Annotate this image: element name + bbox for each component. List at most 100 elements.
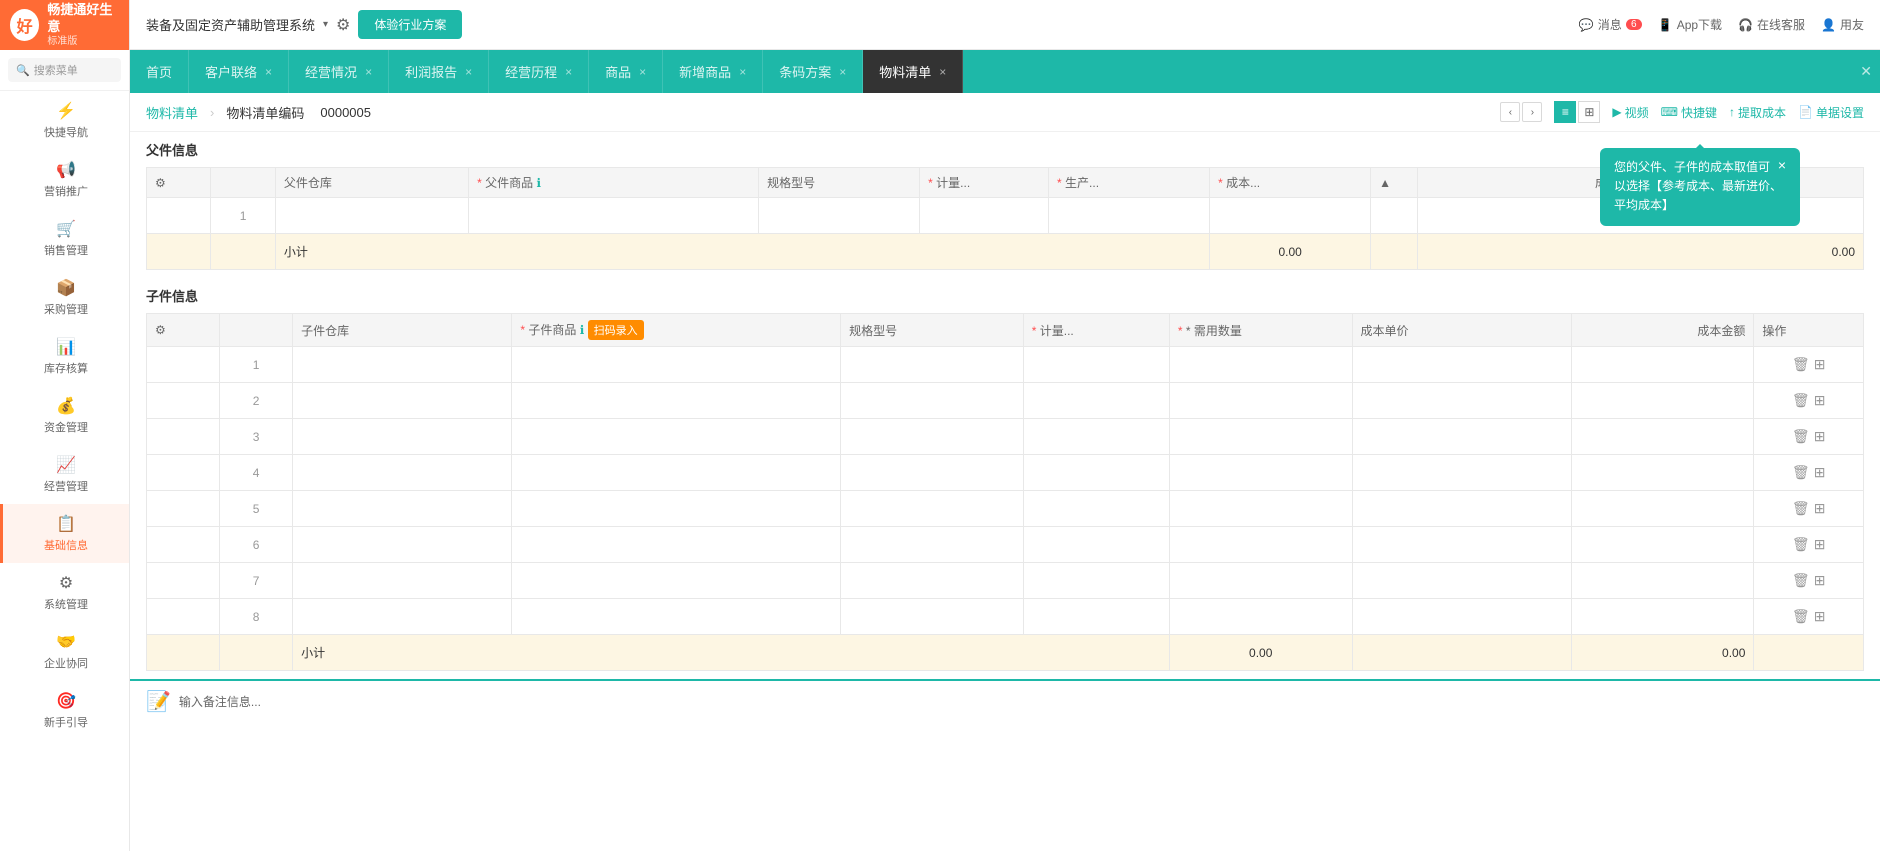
tooltip-close-btn[interactable]: × bbox=[1778, 158, 1786, 172]
sidebar-item-inventory[interactable]: 📊 库存核算 bbox=[0, 327, 129, 386]
note-placeholder[interactable]: 输入备注信息... bbox=[179, 693, 261, 710]
tab-profit-close[interactable]: × bbox=[465, 65, 472, 79]
copy-icon[interactable]: ⊞ bbox=[1814, 428, 1826, 445]
tab-operations[interactable]: 经营情况 × bbox=[289, 50, 389, 93]
tab-new-goods-close[interactable]: × bbox=[739, 65, 746, 79]
breadcrumb-link[interactable]: 物料清单 bbox=[146, 103, 198, 122]
child-row4-qty[interactable] bbox=[1169, 455, 1352, 491]
parent-row1-spec[interactable] bbox=[759, 198, 920, 234]
online-service-btn[interactable]: 🎧 在线客服 bbox=[1738, 16, 1805, 33]
video-btn[interactable]: ▶ 视频 bbox=[1612, 104, 1648, 121]
app-download-btn[interactable]: 📱 App下载 bbox=[1658, 16, 1722, 33]
child-row4-goods[interactable] bbox=[512, 455, 841, 491]
delete-icon[interactable]: 🗑 bbox=[1792, 356, 1810, 373]
sidebar-item-sales[interactable]: 🛒 销售管理 bbox=[0, 209, 129, 268]
child-row6-warehouse[interactable] bbox=[293, 527, 512, 563]
child-row7-goods[interactable] bbox=[512, 563, 841, 599]
message-btn[interactable]: 💬 消息 6 bbox=[1579, 16, 1642, 33]
tab-barcode-close[interactable]: × bbox=[839, 65, 846, 79]
copy-icon[interactable]: ⊞ bbox=[1814, 500, 1826, 517]
delete-icon[interactable]: 🗑 bbox=[1792, 428, 1810, 445]
child-row3-qty[interactable] bbox=[1169, 419, 1352, 455]
close-all-btn[interactable]: ✕ bbox=[1860, 63, 1872, 80]
parent-col-settings[interactable]: ⚙ bbox=[147, 168, 211, 198]
parent-row1-unit[interactable] bbox=[920, 198, 1049, 234]
child-row3-unit[interactable] bbox=[1023, 419, 1169, 455]
child-row4-warehouse[interactable] bbox=[293, 455, 512, 491]
nav-prev-btn[interactable]: ‹ bbox=[1500, 102, 1520, 122]
child-row5-unit[interactable] bbox=[1023, 491, 1169, 527]
tab-history-close[interactable]: × bbox=[565, 65, 572, 79]
child-row2-goods[interactable] bbox=[512, 383, 841, 419]
tab-bom[interactable]: 物料清单 × bbox=[863, 50, 963, 93]
tab-history[interactable]: 经营历程 × bbox=[489, 50, 589, 93]
child-row8-qty[interactable] bbox=[1169, 599, 1352, 635]
sidebar-item-purchase[interactable]: 📦 采购管理 bbox=[0, 268, 129, 327]
tab-operations-close[interactable]: × bbox=[365, 65, 372, 79]
parent-row1-prod[interactable] bbox=[1049, 198, 1210, 234]
copy-icon[interactable]: ⊞ bbox=[1814, 608, 1826, 625]
delete-icon[interactable]: 🗑 bbox=[1792, 608, 1810, 625]
view-list-btn[interactable]: ≡ bbox=[1554, 101, 1576, 123]
child-row2-warehouse[interactable] bbox=[293, 383, 512, 419]
copy-icon[interactable]: ⊞ bbox=[1814, 356, 1826, 373]
child-row1-goods[interactable] bbox=[512, 347, 841, 383]
child-row6-spec[interactable] bbox=[841, 527, 1024, 563]
trial-button[interactable]: 体验行业方案 bbox=[358, 10, 462, 39]
delete-icon[interactable]: 🗑 bbox=[1792, 464, 1810, 481]
child-row4-spec[interactable] bbox=[841, 455, 1024, 491]
copy-icon[interactable]: ⊞ bbox=[1814, 572, 1826, 589]
extract-cost-btn[interactable]: ↑ 提取成本 bbox=[1729, 104, 1786, 121]
child-row5-goods[interactable] bbox=[512, 491, 841, 527]
scan-input-btn[interactable]: 扫码录入 bbox=[588, 320, 644, 340]
parent-row1-goods[interactable] bbox=[469, 198, 759, 234]
view-grid-btn[interactable]: ⊞ bbox=[1578, 101, 1600, 123]
tab-home[interactable]: 首页 bbox=[130, 50, 189, 93]
settings-icon[interactable]: ⚙ bbox=[336, 15, 350, 35]
child-row5-unitcost[interactable] bbox=[1352, 491, 1571, 527]
child-col-settings[interactable]: ⚙ bbox=[147, 314, 220, 347]
child-row7-spec[interactable] bbox=[841, 563, 1024, 599]
tab-new-goods[interactable]: 新增商品 × bbox=[663, 50, 763, 93]
child-row1-warehouse[interactable] bbox=[293, 347, 512, 383]
sidebar-item-system[interactable]: ⚙ 系统管理 bbox=[0, 563, 129, 622]
child-row1-unitcost[interactable] bbox=[1352, 347, 1571, 383]
sidebar-item-marketing[interactable]: 📢 营销推广 bbox=[0, 150, 129, 209]
tab-customer[interactable]: 客户联络 × bbox=[189, 50, 289, 93]
child-row8-goods[interactable] bbox=[512, 599, 841, 635]
single-settings-btn[interactable]: 📄 单据设置 bbox=[1798, 104, 1864, 121]
copy-icon[interactable]: ⊞ bbox=[1814, 464, 1826, 481]
tab-customer-close[interactable]: × bbox=[265, 65, 272, 79]
child-row2-spec[interactable] bbox=[841, 383, 1024, 419]
delete-icon[interactable]: 🗑 bbox=[1792, 500, 1810, 517]
sidebar-item-enterprise[interactable]: 🤝 企业协同 bbox=[0, 622, 129, 681]
child-row7-unitcost[interactable] bbox=[1352, 563, 1571, 599]
sidebar-item-finance[interactable]: 💰 资金管理 bbox=[0, 386, 129, 445]
nav-next-btn[interactable]: › bbox=[1522, 102, 1542, 122]
child-row6-goods[interactable] bbox=[512, 527, 841, 563]
parent-row1-cost[interactable] bbox=[1210, 198, 1371, 234]
child-row5-spec[interactable] bbox=[841, 491, 1024, 527]
tab-profit[interactable]: 利润报告 × bbox=[389, 50, 489, 93]
child-row5-qty[interactable] bbox=[1169, 491, 1352, 527]
child-row4-unitcost[interactable] bbox=[1352, 455, 1571, 491]
sidebar-item-guide[interactable]: 🎯 新手引导 bbox=[0, 681, 129, 740]
child-row1-unit[interactable] bbox=[1023, 347, 1169, 383]
child-row5-warehouse[interactable] bbox=[293, 491, 512, 527]
copy-icon[interactable]: ⊞ bbox=[1814, 392, 1826, 409]
delete-icon[interactable]: 🗑 bbox=[1792, 536, 1810, 553]
sidebar-item-basic-info[interactable]: 📋 基础信息 bbox=[0, 504, 129, 563]
tab-goods-close[interactable]: × bbox=[639, 65, 646, 79]
delete-icon[interactable]: 🗑 bbox=[1792, 572, 1810, 589]
child-row3-warehouse[interactable] bbox=[293, 419, 512, 455]
child-row8-warehouse[interactable] bbox=[293, 599, 512, 635]
child-row7-warehouse[interactable] bbox=[293, 563, 512, 599]
child-row7-unit[interactable] bbox=[1023, 563, 1169, 599]
tab-goods[interactable]: 商品 × bbox=[589, 50, 663, 93]
child-row6-qty[interactable] bbox=[1169, 527, 1352, 563]
parent-row1-warehouse[interactable] bbox=[275, 198, 468, 234]
child-row8-unitcost[interactable] bbox=[1352, 599, 1571, 635]
child-row8-spec[interactable] bbox=[841, 599, 1024, 635]
child-row2-unitcost[interactable] bbox=[1352, 383, 1571, 419]
child-row3-spec[interactable] bbox=[841, 419, 1024, 455]
